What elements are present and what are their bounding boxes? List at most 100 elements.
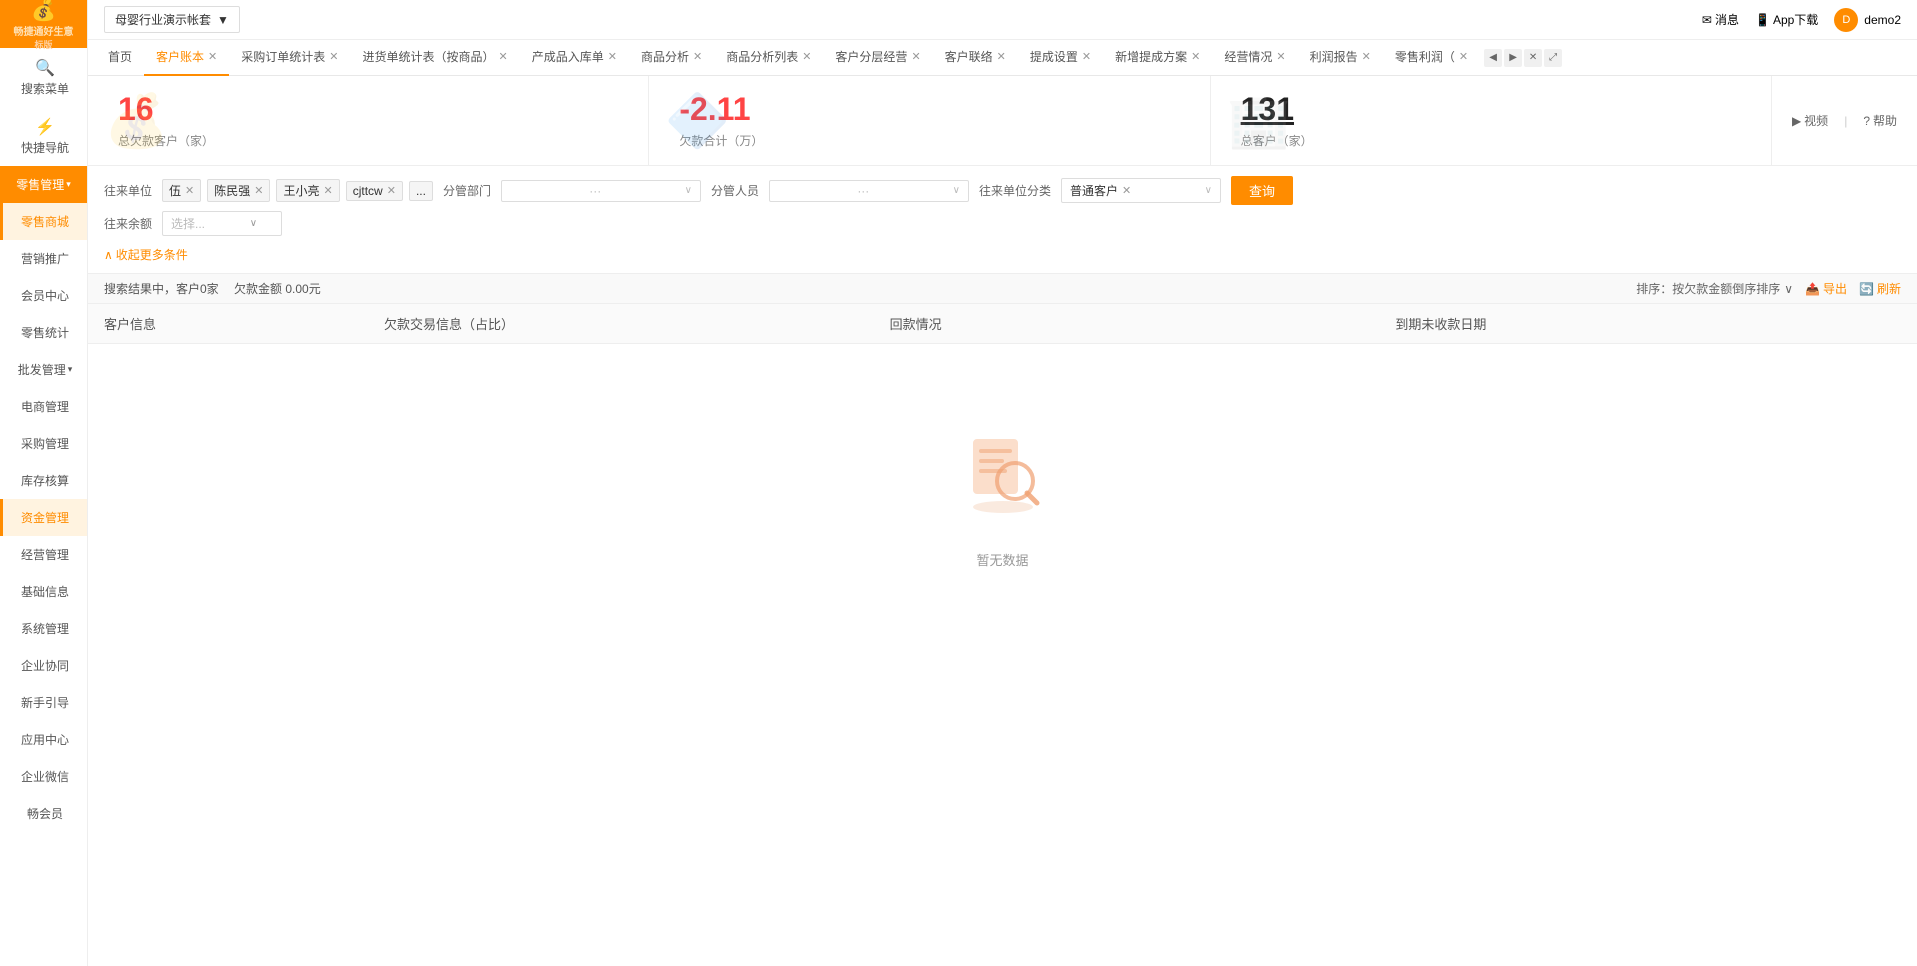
empty-text: 暂无数据 xyxy=(976,550,1028,569)
tab-customer[interactable]: 客户账本 ✕ xyxy=(144,40,229,76)
messages-btn[interactable]: ✉ 消息 xyxy=(1702,11,1739,28)
sidebar-item-marketing[interactable]: 营销推广 xyxy=(0,240,87,277)
tab-next-btn[interactable]: ▶ xyxy=(1504,49,1522,67)
sidebar-item-member-center[interactable]: 会员中心 xyxy=(0,277,87,314)
collapse-label: 收起更多条件 xyxy=(116,246,188,263)
sidebar-item-retail-stat[interactable]: 零售统计 xyxy=(0,314,87,351)
filter-tag-more[interactable]: ... xyxy=(409,181,433,201)
tab-business-status-close[interactable]: ✕ xyxy=(1276,50,1285,63)
filter-tag-wu-text: 伍 xyxy=(169,182,181,199)
sidebar-item-basic-info[interactable]: 基础信息 xyxy=(0,573,87,610)
table-header: 客户信息 欠款交易信息（占比） 回款情况 到期未收款日期 xyxy=(88,304,1917,344)
sort-arrow: ∨ xyxy=(1784,282,1793,296)
filter-tag-wang: 王小亮 ✕ xyxy=(276,179,339,202)
tab-purchase-order-close[interactable]: ✕ xyxy=(329,50,338,63)
collapse-btn[interactable]: ∧ 收起更多条件 xyxy=(104,246,1901,263)
tab-customer-segment-close[interactable]: ✕ xyxy=(911,50,920,63)
filter-person-input[interactable]: ··· ∨ xyxy=(769,180,969,202)
tab-product-analysis-list[interactable]: 商品分析列表 ✕ xyxy=(714,40,823,76)
filter-unit-class-input[interactable]: 普通客户 ✕ ∨ xyxy=(1061,178,1221,203)
tab-customer-segment[interactable]: 客户分层经营 ✕ xyxy=(823,40,932,76)
help-link[interactable]: ? 帮助 xyxy=(1863,112,1897,129)
tab-customer-close[interactable]: ✕ xyxy=(208,50,217,63)
results-bar: 搜索结果中，客户0家 欠款金额 0.00元 排序：按欠款金额倒序排序 ∨ 📤 导… xyxy=(88,274,1917,304)
filter-tag-chen-close[interactable]: ✕ xyxy=(254,184,263,197)
tab-home[interactable]: 首页 xyxy=(96,40,144,76)
filter-tag-wang-close[interactable]: ✕ xyxy=(324,184,333,197)
filter-area: 往来单位 伍 ✕ 陈民强 ✕ 王小亮 ✕ cjttcw xyxy=(88,166,1917,274)
app-name: 畅捷通好生意 xyxy=(14,23,74,38)
tab-new-improve[interactable]: 新增提成方案 ✕ xyxy=(1103,40,1212,76)
download-icon: 📱 xyxy=(1755,13,1770,27)
tab-close-all-btn[interactable]: ✕ xyxy=(1524,49,1542,67)
tab-profit-report-close[interactable]: ✕ xyxy=(1362,50,1371,63)
tab-retail-profit[interactable]: 零售利润（ ✕ xyxy=(1383,40,1480,76)
refresh-btn[interactable]: 🔄 刷新 xyxy=(1859,280,1901,297)
unit-class-tag-text: 普通客户 xyxy=(1070,182,1118,199)
person-dots[interactable]: ··· xyxy=(857,184,869,198)
stat-customers-bg-icon: 💰 xyxy=(104,90,169,151)
filter-tag-cjttcw-close[interactable]: ✕ xyxy=(387,184,396,197)
user-area[interactable]: D demo2 xyxy=(1834,8,1901,32)
app-download-btn[interactable]: 📱 App下载 xyxy=(1755,11,1818,28)
sidebar-item-retail-mall[interactable]: 零售商城 xyxy=(0,203,87,240)
sidebar-item-batch-mgmt[interactable]: 批发管理 ▾ xyxy=(0,351,87,388)
sidebar-item-retail-mgmt[interactable]: 零售管理 ▾ xyxy=(0,166,87,203)
tab-customer-label: 客户账本 xyxy=(156,48,204,65)
username: demo2 xyxy=(1864,13,1901,27)
balance-select-arrow: ∨ xyxy=(250,218,257,229)
tab-expand-btn[interactable]: ⤢ xyxy=(1544,49,1562,67)
tab-product-analysis[interactable]: 商品分析 ✕ xyxy=(629,40,714,76)
sidebar-item-search[interactable]: 🔍 搜索菜单 xyxy=(0,48,87,107)
tab-business-status[interactable]: 经营情况 ✕ xyxy=(1212,40,1297,76)
query-button[interactable]: 查询 xyxy=(1231,176,1293,205)
sidebar-item-ecommerce[interactable]: 电商管理 xyxy=(0,388,87,425)
sort-dropdown[interactable]: 排序：按欠款金额倒序排序 ∨ xyxy=(1636,280,1793,297)
messages-label: 消息 xyxy=(1715,11,1739,28)
sidebar-item-finance[interactable]: 资金管理 xyxy=(0,499,87,536)
export-btn[interactable]: 📤 导出 xyxy=(1805,280,1847,297)
tab-new-improve-close[interactable]: ✕ xyxy=(1191,50,1200,63)
tab-customer-link-close[interactable]: ✕ xyxy=(997,50,1006,63)
dropdown-arrow-icon: ▼ xyxy=(217,13,229,27)
sidebar-item-enterprise[interactable]: 企业协同 xyxy=(0,647,87,684)
tab-product-analysis-list-close[interactable]: ✕ xyxy=(802,50,811,63)
tab-improve-settings[interactable]: 提成设置 ✕ xyxy=(1018,40,1103,76)
filter-balance-select[interactable]: 选择... ∨ xyxy=(162,211,282,236)
account-dropdown-label: 母婴行业演示帐套 xyxy=(115,11,211,28)
col-customer-info: 客户信息 xyxy=(104,314,384,333)
sidebar-item-new-guide[interactable]: 新手引导 xyxy=(0,684,87,721)
tab-customer-link[interactable]: 客户联络 ✕ xyxy=(933,40,1018,76)
dept-dots[interactable]: ··· xyxy=(589,184,601,198)
tab-profit-report[interactable]: 利润报告 ✕ xyxy=(1298,40,1383,76)
tab-instock-stat-close[interactable]: ✕ xyxy=(499,50,508,63)
sidebar-item-inventory[interactable]: 库存核算 xyxy=(0,462,87,499)
sidebar-item-quick-nav[interactable]: ⚡ 快捷导航 xyxy=(0,107,87,166)
tab-bar: 首页 客户账本 ✕ 采购订单统计表 ✕ 进货单统计表（按商品） ✕ 产成品入库单… xyxy=(88,40,1917,76)
tab-prev-btn[interactable]: ◀ xyxy=(1484,49,1502,67)
sidebar-item-member[interactable]: 畅会员 xyxy=(0,795,87,832)
refresh-label: 刷新 xyxy=(1877,280,1901,297)
filter-dept-input[interactable]: ··· ∨ xyxy=(501,180,701,202)
video-link[interactable]: ▶ 视频 xyxy=(1792,112,1828,129)
results-info: 搜索结果中，客户0家 欠款金额 0.00元 xyxy=(104,280,321,297)
export-label: 导出 xyxy=(1823,280,1847,297)
filter-tag-wu-close[interactable]: ✕ xyxy=(185,184,194,197)
tab-cost-instock-close[interactable]: ✕ xyxy=(608,50,617,63)
account-dropdown[interactable]: 母婴行业演示帐套 ▼ xyxy=(104,6,240,33)
tab-purchase-order[interactable]: 采购订单统计表 ✕ xyxy=(229,40,350,76)
unit-class-tag-close[interactable]: ✕ xyxy=(1122,184,1131,197)
tab-instock-stat[interactable]: 进货单统计表（按商品） ✕ xyxy=(350,40,519,76)
tab-cost-instock[interactable]: 产成品入库单 ✕ xyxy=(520,40,629,76)
dept-arrow: ∨ xyxy=(685,185,692,196)
tab-product-analysis-close[interactable]: ✕ xyxy=(693,50,702,63)
table-body: 暂无数据 xyxy=(88,344,1917,644)
sidebar-label-finance: 资金管理 xyxy=(21,509,69,526)
tab-improve-settings-close[interactable]: ✕ xyxy=(1082,50,1091,63)
sidebar-item-system[interactable]: 系统管理 xyxy=(0,610,87,647)
sidebar-item-purchase[interactable]: 采购管理 xyxy=(0,425,87,462)
sidebar-item-operations[interactable]: 经营管理 xyxy=(0,536,87,573)
tab-retail-profit-close[interactable]: ✕ xyxy=(1459,50,1468,63)
sidebar-item-wechat[interactable]: 企业微信 xyxy=(0,758,87,795)
sidebar-item-app-center[interactable]: 应用中心 xyxy=(0,721,87,758)
